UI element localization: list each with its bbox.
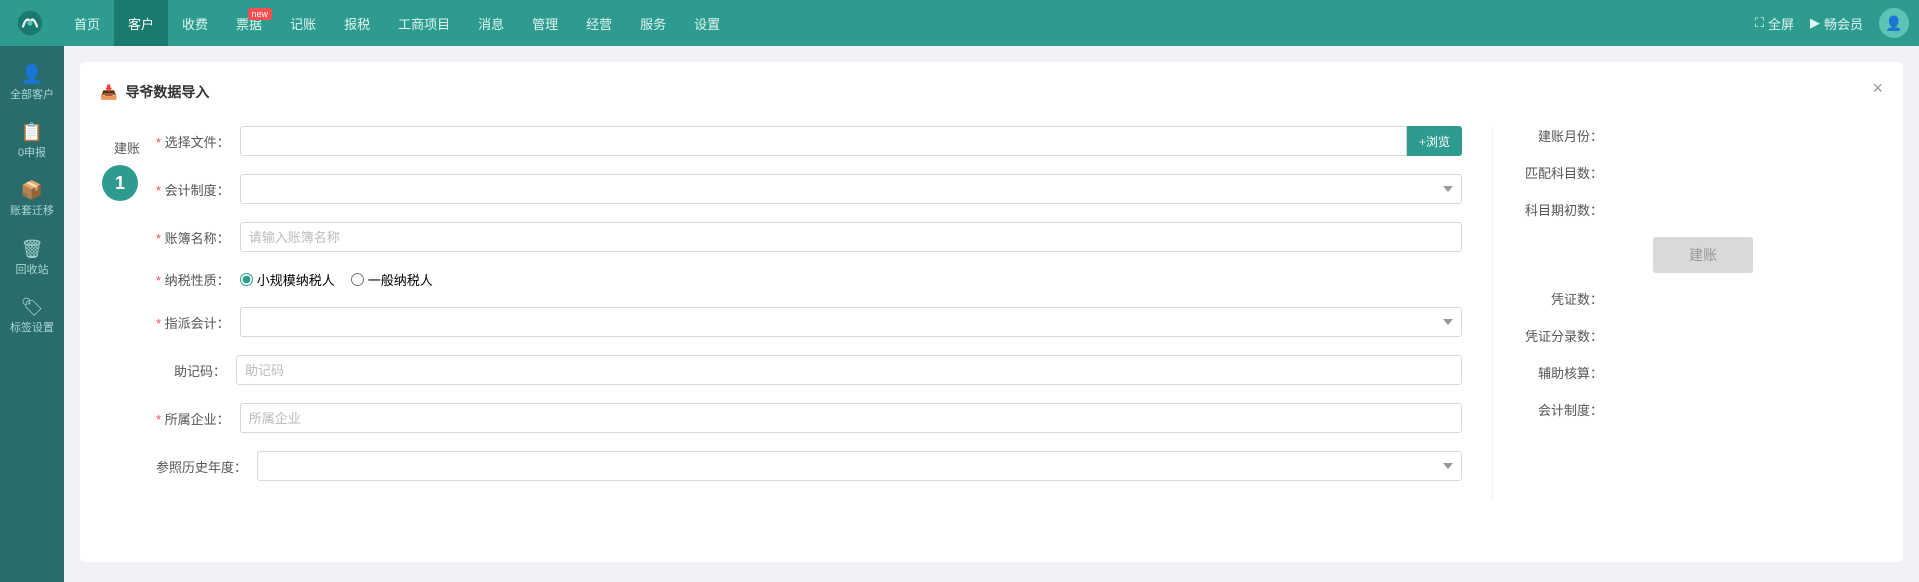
member-button[interactable]: ▶ 畅会员 [1810,14,1863,33]
top-navigation: 首页 客户 收费 票据 new 记账 报税 工商项目 消息 管理 经营 服务 设… [0,0,1919,46]
sidebar-item-declaration[interactable]: 📋 0申报 [2,114,62,168]
form-fields: * 选择文件： +浏览 * 会计制度： [156,126,1462,499]
right-accounting-system-row: 会计制度： [1523,400,1883,419]
accounting-system-select[interactable] [240,174,1462,204]
nav-bizproject[interactable]: 工商项目 [384,0,464,46]
accountant-label: * 指派会计： [156,313,240,332]
file-input[interactable] [240,126,1407,156]
left-column: 建账 1 * 选择文件： +浏览 [100,126,1462,499]
match-subjects-row: 匹配科目数： [1523,163,1883,182]
sidebar-item-account-migrate[interactable]: 📦 账套迁移 [2,172,62,226]
step-label: 建账 [100,130,140,157]
voucher-count-row: 凭证数： [1523,289,1883,308]
right-accounting-system-label: 会计制度： [1523,400,1613,419]
aux-accounting-row: 辅助核算： [1523,363,1883,382]
ledger-name-input[interactable] [240,222,1462,252]
fullscreen-button[interactable]: ⛶ 全屏 [1755,14,1794,33]
nav-client[interactable]: 客户 [114,0,168,46]
step-container: 建账 1 * 选择文件： +浏览 [100,126,1462,499]
company-label: * 所属企业： [156,409,240,428]
close-button[interactable]: × [1872,78,1883,99]
main-content: 📥 导爷数据导入 × 建账 1 [64,46,1919,582]
member-icon: ▶ [1810,15,1820,31]
accounting-system-label: * 会计制度： [156,180,240,199]
nav-settings[interactable]: 设置 [680,0,734,46]
subject-initial-row: 科目期初数： [1523,200,1883,219]
voucher-entries-row: 凭证分录数： [1523,326,1883,345]
sidebar-item-label: 账套迁移 [10,205,54,218]
nav-account[interactable]: 记账 [276,0,330,46]
build-month-row: 建账月份： [1523,126,1883,145]
file-row: * 选择文件： +浏览 [156,126,1462,156]
nav-manage[interactable]: 管理 [518,0,572,46]
accountant-row: * 指派会计： [156,307,1462,337]
file-label: * 选择文件： [156,132,240,151]
nav-tax[interactable]: 报税 [330,0,384,46]
account-migrate-icon: 📦 [21,180,43,201]
nav-service[interactable]: 服务 [626,0,680,46]
sidebar-item-label: 全部客户 [10,89,54,102]
sidebar-item-all-clients[interactable]: 👤 全部客户 [2,56,62,110]
company-row: * 所属企业： [156,403,1462,433]
nav-menu: 首页 客户 收费 票据 new 记账 报税 工商项目 消息 管理 经营 服务 设… [60,0,1755,46]
match-subjects-label: 匹配科目数： [1523,163,1613,182]
voucher-entries-label: 凭证分录数： [1523,326,1613,345]
build-month-label: 建账月份： [1523,126,1613,145]
tax-small-radio[interactable] [240,273,253,286]
avatar-icon: 👤 [1885,15,1902,32]
import-panel: 📥 导爷数据导入 × 建账 1 [80,62,1903,562]
declaration-icon: 📋 [21,122,43,143]
history-year-label: 参照历史年度： [156,457,257,476]
sidebar: 👤 全部客户 📋 0申报 📦 账套迁移 🗑 回收站 🏷 标签设置 [0,46,64,582]
sidebar-item-label: 回收站 [16,264,49,277]
sidebar-item-label: 0申报 [18,147,46,160]
main-layout: 👤 全部客户 📋 0申报 📦 账套迁移 🗑 回收站 🏷 标签设置 📥 导爷数据导… [0,46,1919,582]
build-button[interactable]: 建账 [1653,237,1753,273]
tax-general-radio[interactable] [351,273,364,286]
nav-billing[interactable]: 收费 [168,0,222,46]
nav-operation[interactable]: 经营 [572,0,626,46]
tax-small-option[interactable]: 小规模纳税人 [240,270,335,289]
form-columns: 建账 1 * 选择文件： +浏览 [100,126,1883,499]
nav-home[interactable]: 首页 [60,0,114,46]
memo-row: 助记码： [156,355,1462,385]
aux-accounting-label: 辅助核算： [1523,363,1613,382]
new-badge: new [248,8,273,20]
history-year-select[interactable] [257,451,1462,481]
trash-icon: 🗑 [21,239,44,260]
file-input-group: +浏览 [240,126,1462,156]
step-circle: 1 [102,165,138,201]
subject-initial-label: 科目期初数： [1523,200,1613,219]
nav-invoice[interactable]: 票据 new [222,0,276,46]
logo [10,3,50,43]
accounting-system-row: * 会计制度： [156,174,1462,204]
import-icon: 📥 [100,84,117,101]
tax-general-option[interactable]: 一般纳税人 [351,270,433,289]
memo-input[interactable] [236,355,1462,385]
ledger-name-row: * 账簿名称： [156,222,1462,252]
nav-right: ⛶ 全屏 ▶ 畅会员 👤 [1755,8,1909,38]
company-input[interactable] [240,403,1462,433]
voucher-count-label: 凭证数： [1523,289,1613,308]
panel-title: 📥 导爷数据导入 [100,82,1883,102]
ledger-name-label: * 账簿名称： [156,228,240,247]
fullscreen-icon: ⛶ [1755,15,1764,31]
right-column: 建账月份： 匹配科目数： 科目期初数： 建账 [1523,126,1883,499]
tax-type-radio-group: 小规模纳税人 一般纳税人 [240,270,433,289]
all-clients-icon: 👤 [21,64,43,85]
accountant-select[interactable] [240,307,1462,337]
tax-type-label: * 纳税性质： [156,270,240,289]
sidebar-item-label: 标签设置 [10,322,54,335]
sidebar-item-tag-settings[interactable]: 🏷 标签设置 [2,289,62,343]
nav-message[interactable]: 消息 [464,0,518,46]
history-year-row: 参照历史年度： [156,451,1462,481]
browse-button[interactable]: +浏览 [1407,126,1462,156]
column-divider [1492,126,1493,499]
memo-label: 助记码： [156,361,236,380]
tag-settings-icon: 🏷 [21,297,44,318]
avatar[interactable]: 👤 [1879,8,1909,38]
tax-type-row: * 纳税性质： 小规模纳税人 一般纳税人 [156,270,1462,289]
sidebar-item-trash[interactable]: 🗑 回收站 [2,231,62,285]
